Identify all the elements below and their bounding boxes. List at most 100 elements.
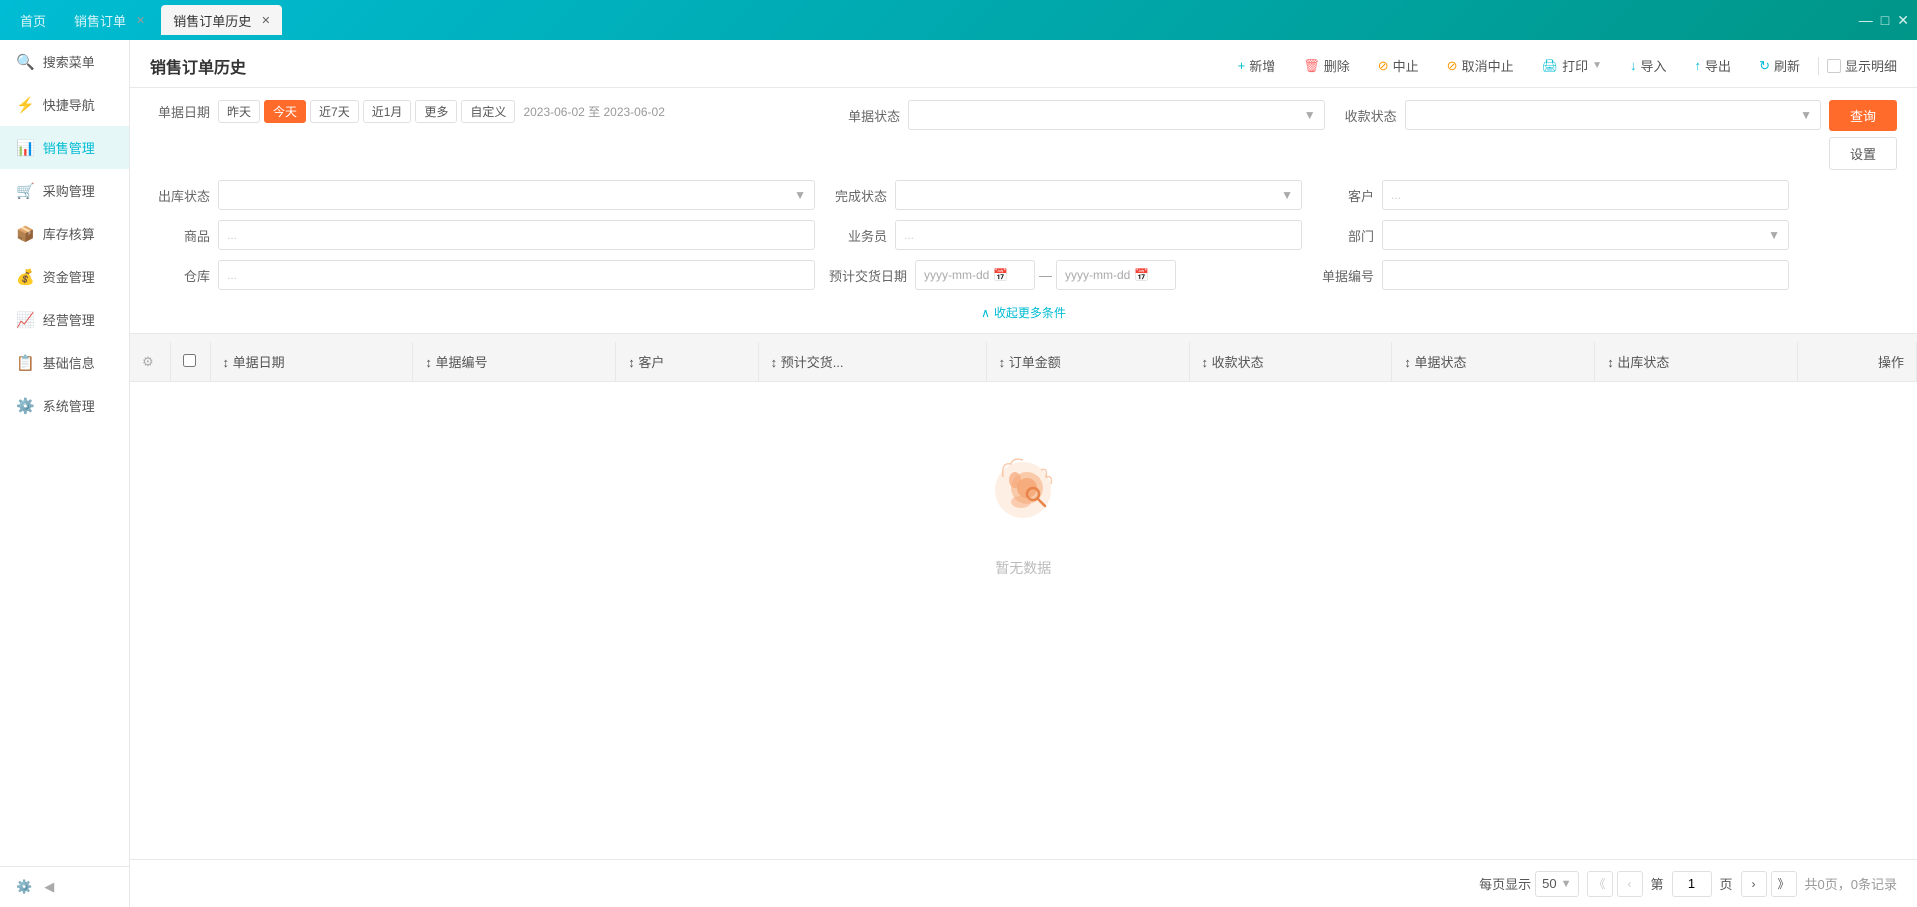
next-page-button[interactable]: ›	[1741, 871, 1767, 897]
sidebar-settings-icon[interactable]: ⚙️	[16, 879, 32, 895]
tab-sales-order[interactable]: 销售订单 ✕	[62, 5, 157, 35]
sidebar-item-purchase-mgmt-label: 采购管理	[43, 181, 95, 200]
delivery-date-end[interactable]: yyyy-mm-dd 📅	[1056, 260, 1176, 290]
first-page-button[interactable]: 《	[1587, 871, 1613, 897]
page-suffix: 页	[1716, 874, 1737, 893]
date-7days-btn[interactable]: 近7天	[310, 100, 359, 123]
col-doc-no[interactable]: ↕ 单据编号	[413, 342, 616, 382]
doc-status-select[interactable]: ▼	[908, 100, 1324, 130]
col-doc-date-label: ↕ 单据日期	[223, 355, 285, 370]
sidebar-item-quick-nav[interactable]: ⚡ 快捷导航	[0, 83, 129, 126]
print-button[interactable]: 🖨 打印 ▼	[1532, 52, 1612, 79]
date-1month-btn[interactable]: 近1月	[363, 100, 412, 123]
completion-status-select[interactable]: ▼	[895, 180, 1302, 210]
order-no-input[interactable]	[1382, 260, 1789, 290]
current-page-input[interactable]	[1672, 871, 1712, 897]
col-payment-status[interactable]: ↕ 收款状态	[1189, 342, 1392, 382]
delete-button[interactable]: 🗑 删除	[1293, 52, 1360, 79]
main-layout: 🔍 搜索菜单 ⚡ 快捷导航 📊 销售管理 🛒 采购管理 📦 库存核算 💰 资金管…	[0, 40, 1917, 907]
tab-sales-order-label: 销售订单	[74, 11, 126, 30]
content-area: 销售订单历史 + 新增 🗑 删除 ⊘ 中止 ⊘ 取消中止	[130, 40, 1917, 907]
payment-status-select[interactable]: ▼	[1405, 100, 1821, 130]
close-window-icon[interactable]: ✕	[1897, 12, 1909, 29]
date-today-btn[interactable]: 今天	[264, 100, 306, 123]
page-label: 第	[1647, 874, 1668, 893]
col-checkbox[interactable]	[170, 342, 210, 382]
department-select[interactable]: ▼	[1382, 220, 1789, 250]
window-controls: — □ ✕	[1859, 12, 1909, 29]
col-doc-status[interactable]: ↕ 单据状态	[1392, 342, 1595, 382]
cancel-stop-button[interactable]: ⊘ 取消中止	[1437, 52, 1524, 79]
salesperson-input[interactable]: ...	[895, 220, 1302, 250]
col-settings[interactable]: ⚙	[130, 342, 170, 382]
date-yesterday-btn[interactable]: 昨天	[218, 100, 260, 123]
select-all-checkbox[interactable]	[183, 354, 196, 367]
sidebar-item-sales-mgmt[interactable]: 📊 销售管理	[0, 126, 129, 169]
collapse-label: 收起更多条件	[994, 304, 1066, 321]
import-icon: ↓	[1630, 58, 1637, 73]
delivery-date-range: yyyy-mm-dd 📅 — yyyy-mm-dd 📅	[915, 260, 1176, 290]
last-page-button[interactable]: 》	[1771, 871, 1797, 897]
sidebar-item-finance-label: 资金管理	[43, 267, 95, 286]
date-more-btn[interactable]: 更多	[415, 100, 457, 123]
delivery-date-start[interactable]: yyyy-mm-dd 📅	[915, 260, 1035, 290]
stop-button[interactable]: ⊘ 中止	[1368, 52, 1429, 79]
page-size-box[interactable]: 50 ▼	[1535, 871, 1578, 897]
sidebar-item-base-info[interactable]: 📋 基础信息	[0, 341, 129, 384]
refresh-label: 刷新	[1774, 56, 1800, 75]
date-range-display: 2023-06-02 至 2023-06-02	[523, 103, 664, 120]
col-doc-status-label: ↕ 单据状态	[1404, 355, 1466, 370]
prev-page-button[interactable]: ‹	[1617, 871, 1643, 897]
minimize-icon[interactable]: —	[1859, 12, 1873, 28]
tab-sales-order-close[interactable]: ✕	[136, 14, 145, 27]
col-order-amount-label: ↕ 订单金额	[999, 355, 1061, 370]
maximize-icon[interactable]: □	[1881, 12, 1889, 28]
col-customer[interactable]: ↕ 客户	[616, 342, 758, 382]
sidebar-item-inventory[interactable]: 📦 库存核算	[0, 212, 129, 255]
date-quick-buttons: 昨天 今天 近7天 近1月 更多 自定义	[218, 100, 515, 123]
tab-sales-order-history-close[interactable]: ✕	[261, 14, 270, 27]
sidebar-item-search-menu[interactable]: 🔍 搜索菜单	[0, 40, 129, 83]
tab-sales-order-history[interactable]: 销售订单历史 ✕	[161, 5, 282, 35]
operations-icon: 📈	[16, 311, 35, 329]
refresh-button[interactable]: ↻ 刷新	[1749, 52, 1810, 79]
new-button[interactable]: + 新增	[1228, 52, 1286, 79]
date-custom-btn[interactable]: 自定义	[461, 100, 515, 123]
delivery-date-start-placeholder: yyyy-mm-dd	[924, 268, 989, 282]
print-label: 打印	[1562, 56, 1588, 75]
export-button[interactable]: ↑ 导出	[1685, 52, 1742, 79]
sidebar-item-purchase-mgmt[interactable]: 🛒 采购管理	[0, 169, 129, 212]
setting-button[interactable]: 设置	[1829, 137, 1897, 170]
total-records: 共0页，0条记录	[1805, 874, 1897, 893]
delete-icon: 🗑	[1303, 58, 1320, 74]
col-order-amount[interactable]: ↕ 订单金额	[986, 342, 1189, 382]
quick-nav-icon: ⚡	[16, 96, 35, 114]
finance-icon: 💰	[16, 268, 35, 286]
sidebar-collapse-icon[interactable]: ◀	[44, 879, 54, 895]
sidebar-item-sys-mgmt[interactable]: ⚙️ 系统管理	[0, 384, 129, 427]
delivery-status-select[interactable]: ▼	[218, 180, 815, 210]
display-toggle[interactable]: 显示明细	[1827, 56, 1897, 75]
display-toggle-label: 显示明细	[1845, 56, 1897, 75]
display-toggle-checkbox[interactable]	[1827, 59, 1841, 73]
sidebar-item-inventory-label: 库存核算	[43, 224, 95, 243]
col-payment-status-label: ↕ 收款状态	[1202, 355, 1264, 370]
page-navigation: 《 ‹ 第 页 › 》	[1587, 871, 1797, 897]
collapse-more-btn[interactable]: ∧ 收起更多条件	[150, 298, 1897, 321]
table-area: ⚙ ↕ 单据日期 ↕ 单据编号 ↕ 客户	[130, 342, 1917, 859]
sidebar-item-operations[interactable]: 📈 经营管理	[0, 298, 129, 341]
tab-home[interactable]: 首页	[8, 5, 58, 35]
payment-label: 收款状态	[1337, 106, 1397, 125]
warehouse-input[interactable]: ...	[218, 260, 815, 290]
col-delivery-status[interactable]: ↕ 出库状态	[1595, 342, 1798, 382]
table-settings-icon[interactable]: ⚙	[142, 354, 154, 369]
salesperson-label: 业务员	[827, 226, 887, 245]
customer-input[interactable]: ...	[1382, 180, 1789, 210]
col-customer-label: ↕ 客户	[628, 355, 664, 370]
sidebar-item-finance[interactable]: 💰 资金管理	[0, 255, 129, 298]
goods-input[interactable]: ...	[218, 220, 815, 250]
col-doc-date[interactable]: ↕ 单据日期	[210, 342, 413, 382]
query-button[interactable]: 查询	[1829, 100, 1897, 131]
import-button[interactable]: ↓ 导入	[1620, 52, 1677, 79]
col-expected-delivery[interactable]: ↕ 预计交货...	[758, 342, 986, 382]
